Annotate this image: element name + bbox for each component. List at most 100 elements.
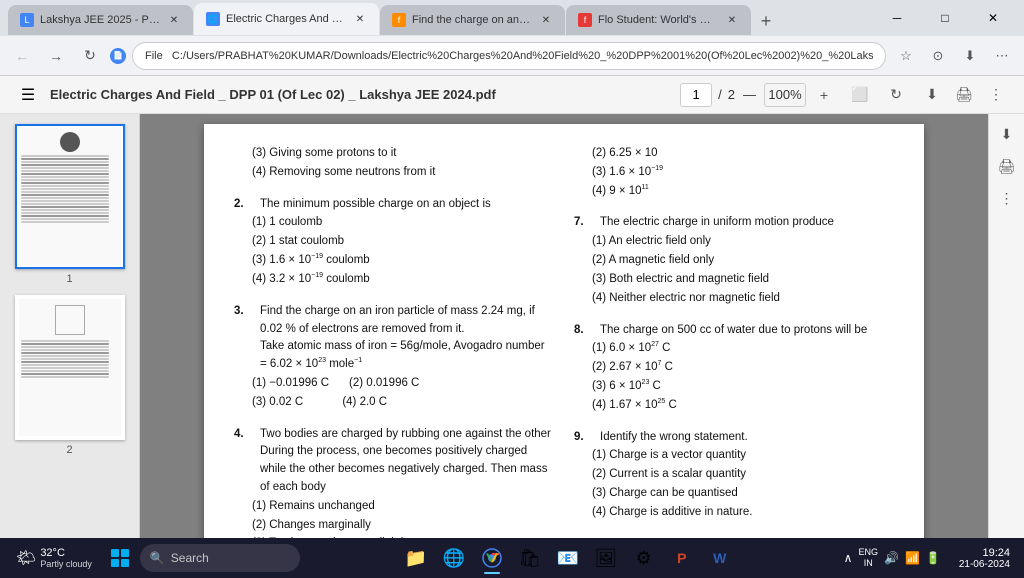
maximize-button[interactable]: □	[922, 3, 968, 33]
battery-icon[interactable]: 🔋	[926, 551, 941, 565]
network-icon[interactable]: 📶	[905, 551, 920, 565]
lang-badge[interactable]: ENGIN	[858, 547, 878, 569]
thumb-line	[21, 358, 109, 360]
q-option: (4) 3.2 × 10−19 coulomb	[252, 271, 554, 289]
q-text-4: Two bodies are charged by rubbing one ag…	[260, 426, 554, 497]
forward-button[interactable]: →	[42, 42, 70, 70]
taskbar-app-chrome[interactable]	[474, 540, 510, 576]
thumb-line	[21, 221, 109, 223]
pdf-columns: (3) Giving some protons to it (4) Removi…	[234, 144, 894, 538]
taskbar-app-word[interactable]: W	[702, 540, 738, 576]
tab-favicon-2: 🌐	[206, 12, 220, 26]
thumb-line	[21, 346, 109, 348]
q-block-9: 9. Identify the wrong statement. (1) Cha…	[574, 429, 894, 522]
reload-button[interactable]: ↻	[76, 42, 104, 70]
tab-favicon-3: f	[392, 13, 406, 27]
system-clock[interactable]: 19:24 21-06-2024	[953, 547, 1016, 570]
taskbar-app-powerpoint[interactable]: P	[664, 540, 700, 576]
q-number-8: 8.	[574, 322, 592, 340]
tab-favicon-1: L	[20, 13, 34, 27]
search-icon: 🔍	[150, 551, 165, 565]
q-option: (3) 6 × 1023 C	[592, 378, 894, 396]
q-option: (3) Charge can be quantised	[592, 485, 894, 503]
more-options-button[interactable]: ⋮	[982, 81, 1010, 109]
taskbar-app-store[interactable]: 🛍	[512, 540, 548, 576]
tab-close-2[interactable]: ✕	[353, 12, 367, 26]
settings-button[interactable]: ⋯	[988, 42, 1016, 70]
q-options-9: (1) Charge is a vector quantity (2) Curr…	[574, 447, 894, 521]
tab-lakshya-jee[interactable]: L Lakshya JEE 2025 - Physics Wal ✕	[8, 5, 193, 35]
q-text-8: The charge on 500 cc of water due to pro…	[600, 322, 894, 340]
new-tab-button[interactable]: +	[752, 7, 780, 35]
close-button[interactable]: ✕	[970, 3, 1016, 33]
q-options-r-cont: (2) 6.25 × 10 (3) 1.6 × 10−19 (4) 9 × 10…	[574, 145, 894, 200]
tab-flo-student[interactable]: f Flo Student: World's Only Live ✕	[566, 5, 751, 35]
right-column: (2) 6.25 × 10 (3) 1.6 × 10−19 (4) 9 × 10…	[574, 144, 894, 538]
fit-page-button[interactable]: ⬜	[846, 81, 874, 109]
thumb-line	[21, 367, 109, 369]
thumb-circle	[60, 132, 80, 152]
thumb-line	[21, 209, 109, 211]
taskbar-search[interactable]: 🔍 Search	[140, 544, 300, 572]
thumbnail-panel[interactable]: 1	[0, 114, 140, 538]
chrome-icon	[482, 548, 502, 568]
q-block-4: 4. Two bodies are charged by rubbing one…	[234, 426, 554, 538]
minimize-button[interactable]: ─	[874, 3, 920, 33]
bookmark-button[interactable]: ☆	[892, 42, 920, 70]
page-number-input[interactable]	[680, 83, 712, 107]
tab-close-1[interactable]: ✕	[167, 13, 181, 27]
taskbar-apps: 📁 🌐 🛍 📧 🖼 ⚙ P W	[304, 540, 832, 576]
thumbnail-page-2[interactable]: 2	[10, 295, 129, 456]
q-num-line-8: 8. The charge on 500 cc of water due to …	[574, 322, 894, 340]
print-button[interactable]: 🖨	[950, 81, 978, 109]
back-button[interactable]: ←	[8, 42, 36, 70]
q-option: (4) Neither electric nor magnetic field	[592, 290, 894, 308]
q-options-3: (1) −0.01996 C (2) 0.01996 C (3) 0.02 C …	[234, 375, 554, 412]
start-button[interactable]	[104, 542, 136, 574]
thumb-content-1	[19, 128, 121, 265]
taskbar-app-photos[interactable]: 🖼	[588, 540, 624, 576]
tab-close-3[interactable]: ✕	[539, 13, 553, 27]
more-tools-button[interactable]: ⋮	[993, 184, 1021, 212]
taskbar-app-settings[interactable]: ⚙	[626, 540, 662, 576]
thumb-line	[21, 155, 109, 157]
q-option: (4) Charge is additive in nature.	[592, 504, 894, 522]
profile-button[interactable]: ⊙	[924, 42, 952, 70]
q-option: (3) 1.6 × 10−19	[592, 164, 894, 182]
zoom-in-button[interactable]: +	[810, 81, 838, 109]
q-option: (4) 1.67 × 1025 C	[592, 397, 894, 415]
tab-close-4[interactable]: ✕	[725, 13, 739, 27]
taskbar-app-edge[interactable]: 🌐	[436, 540, 472, 576]
taskbar-weather[interactable]: 🌤 32°C Partly cloudy	[8, 547, 100, 569]
address-input[interactable]	[132, 42, 886, 70]
win-logo-q1	[111, 549, 119, 557]
weather-info: 32°C Partly cloudy	[40, 547, 92, 569]
download-button[interactable]: ⬇	[956, 42, 984, 70]
q-option: (3) Both electric and magnetic field	[592, 271, 894, 289]
taskbar: 🌤 32°C Partly cloudy 🔍 Search 📁 🌐	[0, 538, 1024, 578]
thumb-line	[21, 194, 109, 196]
speaker-icon[interactable]: 🔊	[884, 551, 899, 565]
q-number-4: 4.	[234, 426, 252, 497]
rotate-button[interactable]: ↻	[882, 81, 910, 109]
tab-find-charge[interactable]: f Find the charge on an iron part ✕	[380, 5, 565, 35]
tab-electric-charges[interactable]: 🌐 Electric Charges And Field _ DP ✕	[194, 3, 379, 35]
q-option: (1) Charge is a vector quantity	[592, 447, 894, 465]
taskbar-app-mail[interactable]: 📧	[550, 540, 586, 576]
tab-favicon-4: f	[578, 13, 592, 27]
print-page-button[interactable]: 🖨	[993, 152, 1021, 180]
tab-label-3: Find the charge on an iron part	[412, 14, 533, 26]
bookmark-page-button[interactable]: ⬇	[993, 120, 1021, 148]
menu-toggle-button[interactable]: ☰	[14, 81, 42, 109]
chevron-up-icon[interactable]: ∧	[844, 551, 853, 565]
document-title: Electric Charges And Field _ DPP 01 (Of …	[50, 87, 672, 102]
q-text-7: The electric charge in uniform motion pr…	[600, 214, 894, 232]
pdf-area[interactable]: (3) Giving some protons to it (4) Removi…	[140, 114, 988, 538]
thumbnail-page-1[interactable]: 1	[10, 124, 129, 285]
thumb-line	[21, 352, 109, 354]
thumb-num-1: 1	[66, 273, 72, 285]
save-button[interactable]: ⬇	[918, 81, 946, 109]
tab-label-2: Electric Charges And Field _ DP	[226, 13, 347, 25]
thumb-line	[21, 343, 109, 345]
taskbar-app-file-explorer[interactable]: 📁	[398, 540, 434, 576]
